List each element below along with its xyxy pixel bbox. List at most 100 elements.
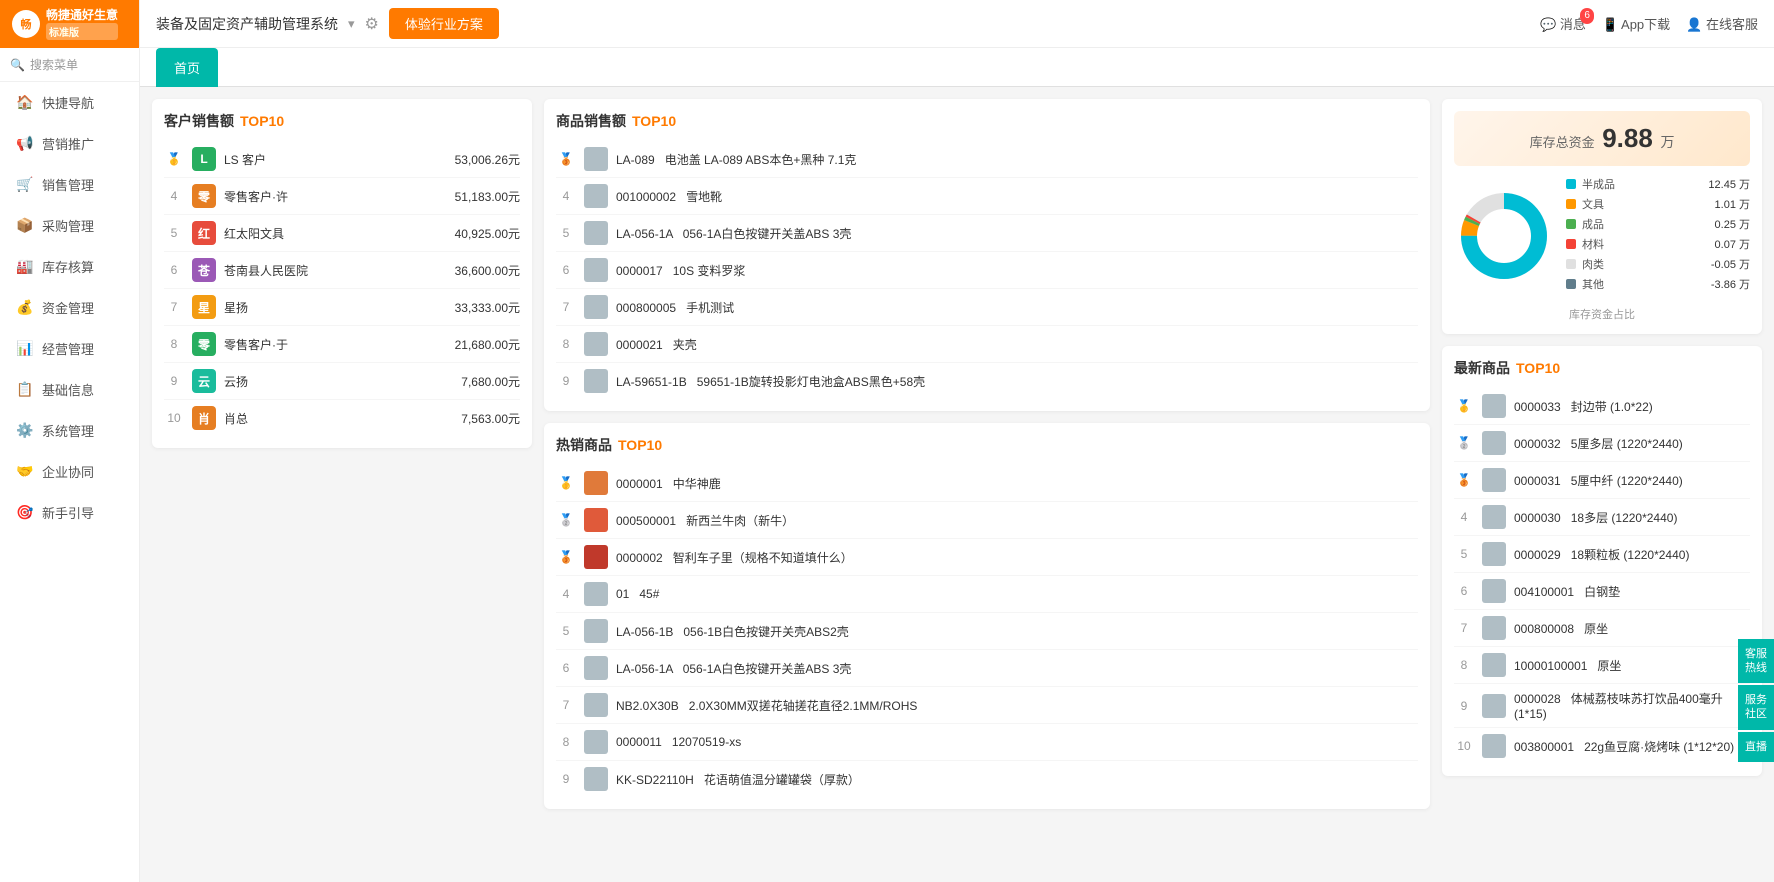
product-img [584, 508, 608, 532]
float-btn-service[interactable]: 客服热线 [1738, 639, 1774, 684]
list-item: 🥈 0000032 5厘多层 (1220*2440) [1454, 425, 1750, 462]
list-item: 8 0000021 夹壳 [556, 326, 1418, 363]
float-btn-live[interactable]: 直播 [1738, 732, 1774, 762]
list-item: 🥈 000500001 新西兰牛肉（新牛） [556, 502, 1418, 539]
float-btn-community[interactable]: 服务社区 [1738, 685, 1774, 730]
customer-top10-title: 客户销售额 TOP10 [164, 111, 520, 131]
hot-products-title: 热销商品 TOP10 [556, 435, 1418, 455]
list-item: 4 零 零售客户·许 51,183.00元 [164, 178, 520, 215]
product-img [584, 258, 608, 282]
tab-bar: 首页 [140, 48, 1774, 87]
sidebar-item-inventory[interactable]: 🏭 库存核算 [0, 246, 139, 287]
product-img [584, 184, 608, 208]
list-item: 9 KK-SD22110H 花语萌值温分罐罐袋（厚款） [556, 761, 1418, 797]
content-main: 客户销售额 TOP10 🥇 L LS 客户 53,006.26元 4 零 零售客… [140, 87, 1774, 882]
sidebar-item-purchase[interactable]: 📦 采购管理 [0, 205, 139, 246]
nav-label-sales: 销售管理 [42, 175, 94, 194]
nav-label-purchase: 采购管理 [42, 216, 94, 235]
sidebar-item-finance[interactable]: 💰 资金管理 [0, 287, 139, 328]
sidebar-search[interactable]: 🔍 搜索菜单 [0, 48, 139, 82]
avatar: 云 [192, 369, 216, 393]
trial-button[interactable]: 体验行业方案 [389, 8, 499, 39]
nav-label-marketing: 营销推广 [42, 134, 94, 153]
nav-label-guide: 新手引导 [42, 503, 94, 522]
product-img [584, 471, 608, 495]
basic-icon: 📋 [16, 381, 34, 399]
legend-item: 文具 1.01 万 [1566, 196, 1750, 212]
dropdown-icon[interactable]: ▾ [348, 16, 355, 32]
legend-item: 半成品 12.45 万 [1566, 176, 1750, 192]
tab-home[interactable]: 首页 [156, 48, 218, 87]
inventory-unit: 万 [1660, 134, 1674, 150]
legend: 半成品 12.45 万 文具 1.01 万 成品 0 [1566, 176, 1750, 296]
settings-icon[interactable]: ⚙ [365, 14, 379, 34]
sidebar-item-guide[interactable]: 🎯 新手引导 [0, 492, 139, 533]
avatar: 红 [192, 221, 216, 245]
logo-icon: 畅 [12, 10, 40, 38]
system-title: 装备及固定资产辅助管理系统 [156, 14, 338, 34]
customer-top10-card: 客户销售额 TOP10 🥇 L LS 客户 53,006.26元 4 零 零售客… [152, 99, 532, 448]
logo-name: 畅捷通好生意 [46, 8, 118, 24]
product-img [584, 656, 608, 680]
list-item: 7 000800008 原坐 [1454, 610, 1750, 647]
list-item: 8 10000100001 原坐 [1454, 647, 1750, 684]
nav-label-operation: 经营管理 [42, 339, 94, 358]
message-btn[interactable]: 💬 消息 6 [1540, 14, 1586, 33]
product-img [584, 545, 608, 569]
product-img [584, 369, 608, 393]
product-img [584, 693, 608, 717]
home-icon: 🏠 [16, 94, 34, 112]
product-img [584, 147, 608, 171]
product-img [584, 619, 608, 643]
product-img [1482, 394, 1506, 418]
sales-icon: 🛒 [16, 176, 34, 194]
inventory-header: 库存总资金 9.88 万 [1454, 111, 1750, 166]
list-item: 10 003800001 22g鱼豆腐·烧烤味 (1*12*20) [1454, 728, 1750, 764]
list-item: 🥉 0000002 智利车子里（规格不知道填什么） [556, 539, 1418, 576]
product-img [1482, 542, 1506, 566]
search-icon: 🔍 [10, 58, 25, 72]
list-item: 5 红 红太阳文具 40,925.00元 [164, 215, 520, 252]
nav-label-basic: 基础信息 [42, 380, 94, 399]
sidebar-item-system[interactable]: ⚙️ 系统管理 [0, 410, 139, 451]
avatar: 苍 [192, 258, 216, 282]
customer-service-btn[interactable]: 👤 在线客服 [1686, 14, 1758, 33]
message-badge: 6 [1580, 8, 1594, 24]
product-img [584, 332, 608, 356]
header: 装备及固定资产辅助管理系统 ▾ ⚙ 体验行业方案 💬 消息 6 📱 App下载 … [140, 0, 1774, 48]
hot-products-card: 热销商品 TOP10 🥇 0000001 中华神鹿 🥈 000500001 新西… [544, 423, 1430, 809]
list-item: 🥉 0000031 5厘中纤 (1220*2440) [1454, 462, 1750, 499]
list-item: 🥇 0000001 中华神鹿 [556, 465, 1418, 502]
legend-item: 材料 0.07 万 [1566, 236, 1750, 252]
product-img [1482, 616, 1506, 640]
sidebar-item-home[interactable]: 🏠 快捷导航 [0, 82, 139, 123]
product-img [1482, 653, 1506, 677]
sidebar-item-basic[interactable]: 📋 基础信息 [0, 369, 139, 410]
legend-item: 成品 0.25 万 [1566, 216, 1750, 232]
inventory-share-label: 库存资金占比 [1454, 306, 1750, 322]
sidebar-logo: 畅 畅捷通好生意 标准版 [0, 0, 139, 48]
avatar: 零 [192, 332, 216, 356]
sidebar-item-collab[interactable]: 🤝 企业协同 [0, 451, 139, 492]
list-item: 9 LA-59651-1B 59651-1B旋转投影灯电池盒ABS黑色+58壳 [556, 363, 1418, 399]
finance-icon: 💰 [16, 299, 34, 317]
sidebar-item-marketing[interactable]: 📢 营销推广 [0, 123, 139, 164]
list-item: 8 零 零售客户·于 21,680.00元 [164, 326, 520, 363]
sidebar-item-operation[interactable]: 📊 经营管理 [0, 328, 139, 369]
operation-icon: 📊 [16, 340, 34, 358]
app-download-btn[interactable]: 📱 App下载 [1602, 14, 1670, 33]
donut-section: 半成品 12.45 万 文具 1.01 万 成品 0 [1454, 176, 1750, 296]
avatar: 肖 [192, 406, 216, 430]
service-icon: 👤 [1686, 17, 1702, 32]
sidebar-item-sales[interactable]: 🛒 销售管理 [0, 164, 139, 205]
middle-panel: 商品销售额 TOP10 🥉 LA-089 电池盖 LA-089 ABS本色+黑种… [544, 99, 1430, 870]
product-img [584, 582, 608, 606]
sidebar-nav: 🏠 快捷导航 📢 营销推广 🛒 销售管理 📦 采购管理 🏭 库存核算 💰 资金管… [0, 82, 139, 882]
list-item: 7 NB2.0X30B 2.0X30MM双搓花轴搓花直径2.1MM/ROHS [556, 687, 1418, 724]
search-label: 搜索菜单 [30, 56, 78, 73]
avatar: L [192, 147, 216, 171]
app-download-label: App下载 [1621, 17, 1670, 32]
nav-label-system: 系统管理 [42, 421, 94, 440]
list-item: 5 0000029 18颗粒板 (1220*2440) [1454, 536, 1750, 573]
legend-item: 其他 -3.86 万 [1566, 276, 1750, 292]
